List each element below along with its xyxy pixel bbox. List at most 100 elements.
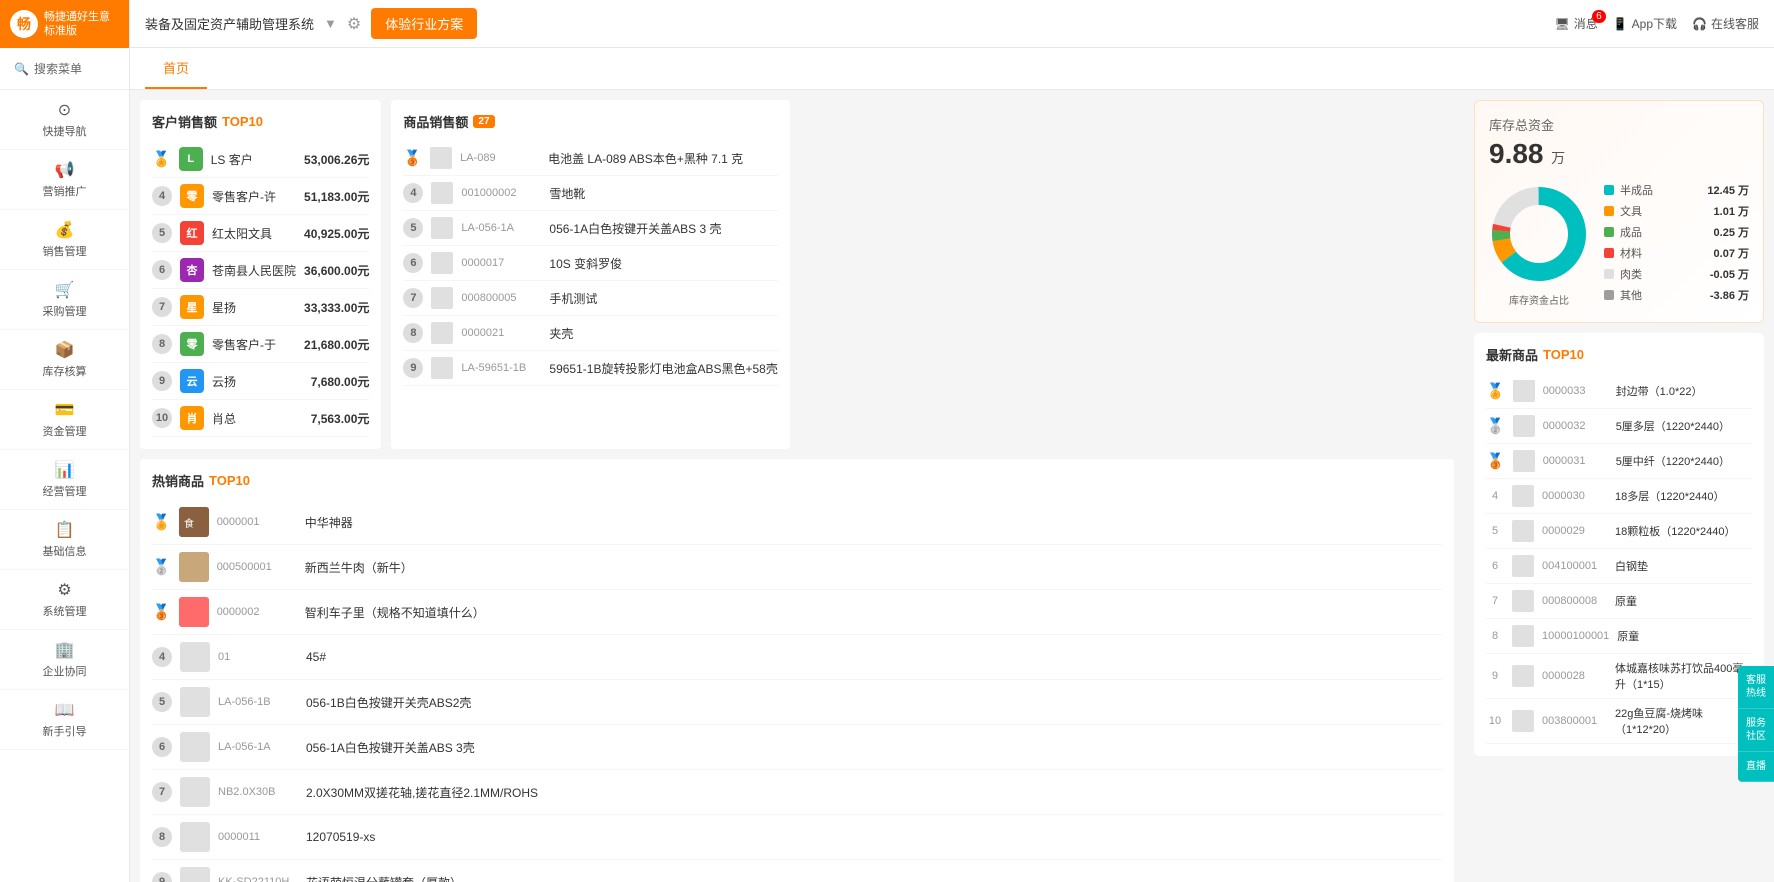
customer-row-4: 6 杏 苍南县人民医院 36,600.00元 <box>152 252 369 289</box>
sidebar-item-purchase[interactable]: 🛒 采购管理 <box>0 270 129 330</box>
product-row-4: 4 001000002 雪地靴 <box>403 176 777 211</box>
donut-chart <box>1489 184 1589 284</box>
product-row-7: 7 000800005 手机测试 <box>403 281 777 316</box>
product-code-5: LA-056-1A <box>461 222 541 234</box>
new-products-top10: TOP10 <box>1543 347 1584 362</box>
product-row-8: 8 0000021 夹壳 <box>403 316 777 351</box>
panel-right: 库存总资金 9.88 万 <box>1464 90 1774 882</box>
customer-row-8: 10 肖 肖总 7,563.00元 <box>152 400 369 437</box>
enterprise-label: 企业协同 <box>43 663 87 679</box>
product-img-5 <box>431 217 453 239</box>
customer-top10-label: TOP10 <box>222 114 263 129</box>
new-product-row-1: 🏅 0000033 封边带（1.0*22） <box>1486 374 1752 409</box>
new-product-row-8: 8 10000100001 原童 <box>1486 619 1752 654</box>
sidebar-item-system[interactable]: ⚙ 系统管理 <box>0 570 129 630</box>
inventory-label: 库存核算 <box>43 363 87 379</box>
hot-product-code-9: KK-SD22110H <box>218 876 298 882</box>
new-product-name-1: 封边带（1.0*22） <box>1616 383 1752 399</box>
sidebar: 畅 畅捷通好生意 标准版 🔍 搜索菜单 ⊙ 快捷导航 📢 营销推广 💰 销售管理… <box>0 0 130 882</box>
hot-product-name-6: 056-1A白色按键开关盖ABS 3壳 <box>306 739 1442 756</box>
basic-icon: 📋 <box>55 520 75 540</box>
online-service-btn[interactable]: 🎧 在线客服 <box>1692 15 1759 32</box>
customer-ranking-card: 客户销售额 TOP10 🏅 L LS 客户 53,006.26元 <box>140 100 381 449</box>
new-product-medal-2: 🥈 <box>1486 417 1505 435</box>
panel-middle: 客户销售额 TOP10 🏅 L LS 客户 53,006.26元 <box>130 90 1464 882</box>
product-name-6: 10S 变斜罗俊 <box>549 255 777 272</box>
customer-value-2: 51,183.00元 <box>304 188 369 205</box>
sidebar-item-quick-nav[interactable]: ⊙ 快捷导航 <box>0 90 129 150</box>
app-download-btn[interactable]: 📱 App下载 <box>1613 15 1677 32</box>
customer-avatar-8: 肖 <box>180 406 204 430</box>
customer-value-6: 21,680.00元 <box>304 336 369 353</box>
hot-product-img-9 <box>180 867 210 882</box>
new-product-name-5: 18颗粒板（1220*2440） <box>1615 523 1752 539</box>
legend-item-0: 半成品 12.45 万 <box>1604 182 1749 198</box>
new-product-medal-1: 🏅 <box>1486 382 1505 400</box>
legend-val-4: -0.05 万 <box>1710 266 1749 282</box>
sidebar-item-marketing[interactable]: 📢 营销推广 <box>0 150 129 210</box>
tab-home[interactable]: 首页 <box>145 48 207 89</box>
product-row-9: 9 LA-59651-1B 59651-1B旋转投影灯电池盒ABS黑色+58壳 <box>403 351 777 386</box>
sidebar-item-basic[interactable]: 📋 基础信息 <box>0 510 129 570</box>
new-products-card: 最新商品 TOP10 🏅 0000033 封边带（1.0*22） 🥈 <box>1474 333 1764 756</box>
top-rankings: 客户销售额 TOP10 🏅 L LS 客户 53,006.26元 <box>140 100 1454 449</box>
hot-product-row-8: 8 0000011 12070519-xs <box>152 815 1442 860</box>
product-row-5: 5 LA-056-1A 056-1A白色按键开关盖ABS 3 壳 <box>403 211 777 246</box>
legend-item-4: 肉类 -0.05 万 <box>1604 266 1749 282</box>
sales-icon: 💰 <box>55 220 75 240</box>
sidebar-item-inventory[interactable]: 📦 库存核算 <box>0 330 129 390</box>
legend-item-2: 成品 0.25 万 <box>1604 224 1749 240</box>
operation-icon: 📊 <box>55 460 75 480</box>
customer-value-4: 36,600.00元 <box>304 262 369 279</box>
hot-product-name-3: 智利车子里（规格不知道填什么） <box>305 604 1442 621</box>
legend-name-2: 成品 <box>1620 224 1708 240</box>
new-product-img-7 <box>1512 590 1534 612</box>
sidebar-item-finance[interactable]: 💳 资金管理 <box>0 390 129 450</box>
message-btn[interactable]: 🖥 消息 6 <box>1554 15 1597 32</box>
headset-icon: 🎧 <box>1692 17 1707 31</box>
inventory-legend: 半成品 12.45 万 文具 1.01 万 成品 0.25 万 <box>1604 182 1749 308</box>
new-product-code-9: 0000028 <box>1542 670 1607 682</box>
app-name: 畅捷通好生意 <box>44 10 110 24</box>
product-row-6: 6 0000017 10S 变斜罗俊 <box>403 246 777 281</box>
finance-icon: 💳 <box>55 400 75 420</box>
hot-product-code-3: 0000002 <box>217 606 297 618</box>
float-btn-live[interactable]: 直播 <box>1738 752 1774 782</box>
sidebar-item-guide[interactable]: 📖 新手引导 <box>0 690 129 750</box>
customer-row-7: 9 云 云扬 7,680.00元 <box>152 363 369 400</box>
sidebar-item-operation[interactable]: 📊 经营管理 <box>0 450 129 510</box>
sidebar-item-enterprise[interactable]: 🏢 企业协同 <box>0 630 129 690</box>
float-btn-service[interactable]: 客服热线 <box>1738 666 1774 709</box>
new-product-img-10 <box>1512 710 1534 732</box>
hot-products-top10: TOP10 <box>209 473 250 488</box>
topbar-right: 🖥 消息 6 📱 App下载 🎧 在线客服 <box>1554 15 1759 32</box>
new-product-code-5: 0000029 <box>1542 525 1607 537</box>
search-icon: 🔍 <box>14 62 29 76</box>
inventory-title: 库存总资金 <box>1489 118 1554 133</box>
customer-name-6: 零售客户-于 <box>212 336 296 353</box>
search-menu-btn[interactable]: 🔍 搜索菜单 <box>0 48 129 90</box>
message-badge: 6 <box>1592 10 1606 23</box>
product-code-3: LA-089 <box>460 152 540 164</box>
hot-product-img-8 <box>180 822 210 852</box>
product-img-la089 <box>430 147 452 169</box>
new-product-img-6 <box>1512 555 1534 577</box>
hot-product-row-2: 🥈 000500001 新西兰牛肉（新牛） <box>152 545 1442 590</box>
medal-1-icon: 🏅 <box>152 150 171 168</box>
trial-btn[interactable]: 体验行业方案 <box>371 8 477 39</box>
purchase-label: 采购管理 <box>43 303 87 319</box>
hot-medal-1: 🏅 <box>152 513 171 531</box>
app-download-label: App下载 <box>1632 15 1677 32</box>
guide-label: 新手引导 <box>43 723 87 739</box>
content-area: 客户销售额 TOP10 🏅 L LS 客户 53,006.26元 <box>130 90 1774 882</box>
settings-gear-icon[interactable]: ⚙ <box>347 14 361 34</box>
dropdown-arrow-icon[interactable]: ▼ <box>324 16 337 31</box>
legend-name-3: 材料 <box>1620 245 1708 261</box>
rank-num-5: 7 <box>152 297 172 317</box>
new-product-name-4: 18多层（1220*2440） <box>1615 488 1752 504</box>
sidebar-item-sales[interactable]: 💰 销售管理 <box>0 210 129 270</box>
float-btn-community[interactable]: 服务社区 <box>1738 709 1774 752</box>
marketing-icon: 📢 <box>55 160 75 180</box>
customer-avatar-7: 云 <box>180 369 204 393</box>
customer-name-3: 红太阳文具 <box>212 225 296 242</box>
